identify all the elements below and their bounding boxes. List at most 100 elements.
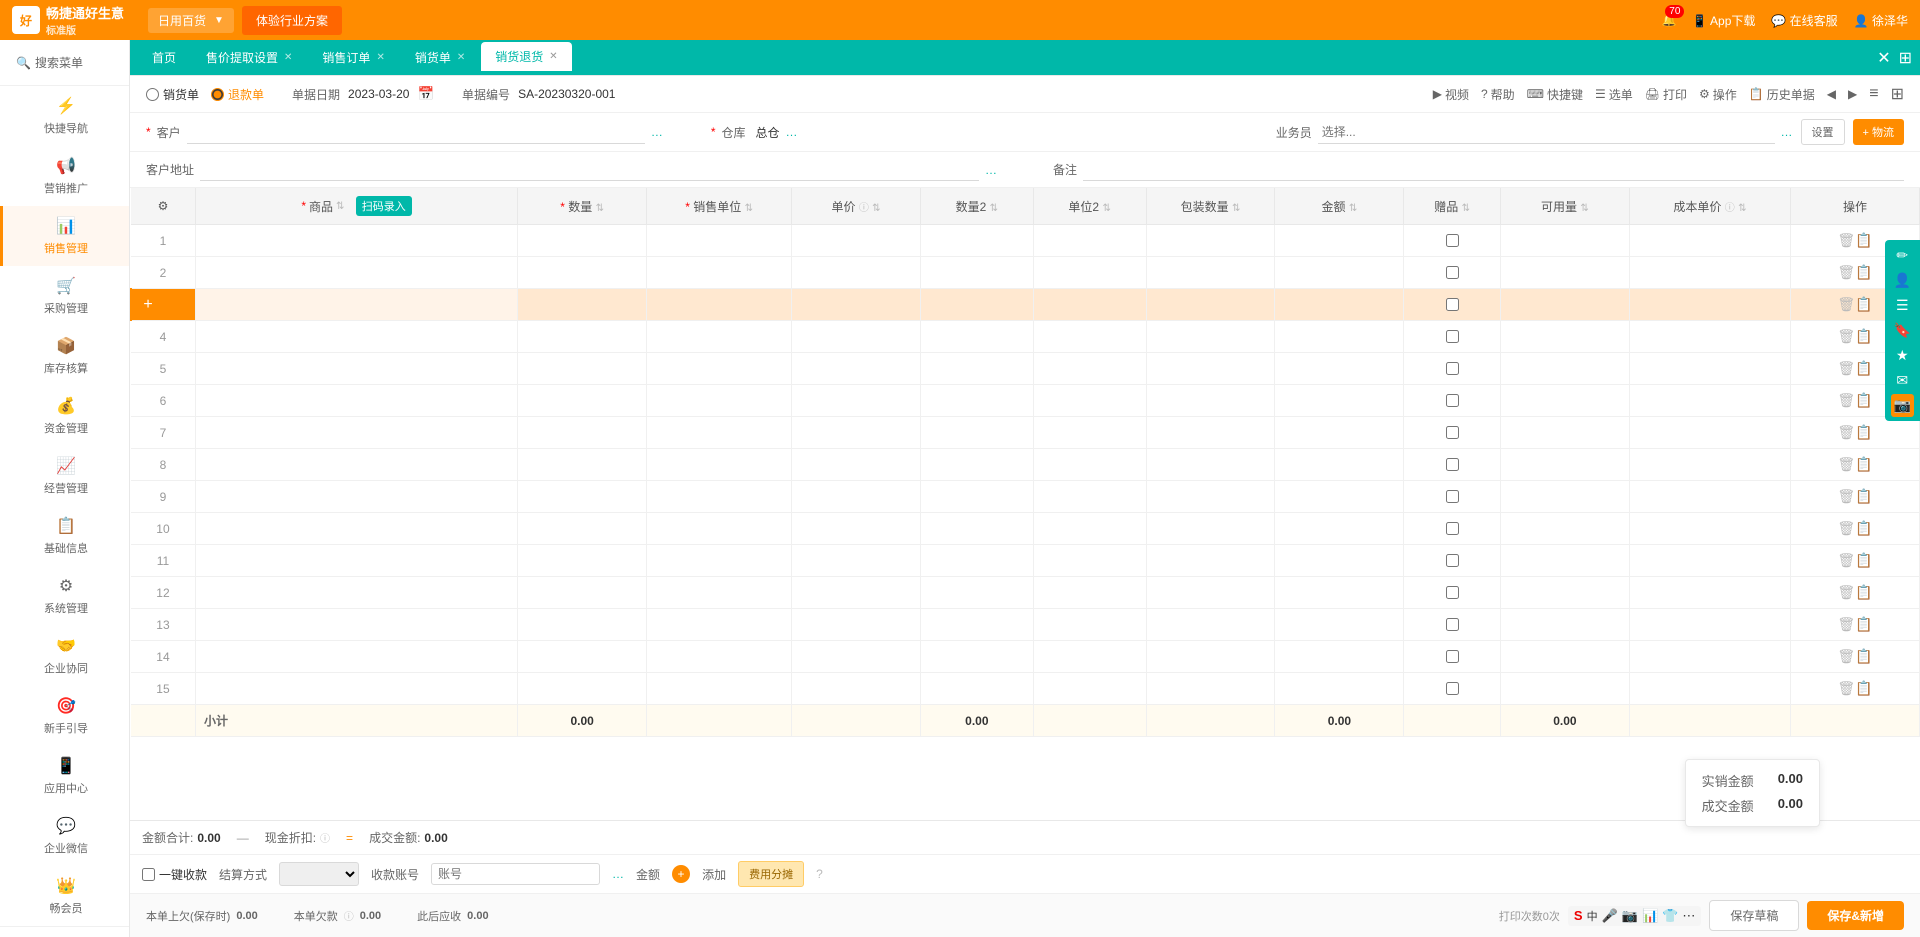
next-doc-btn[interactable]: ▶ bbox=[1848, 87, 1857, 101]
amount-cell[interactable] bbox=[1275, 545, 1404, 577]
cost-price-cell[interactable] bbox=[1629, 417, 1790, 449]
unit-cell[interactable] bbox=[647, 353, 792, 385]
float-user-btn[interactable]: 👤 bbox=[1891, 269, 1914, 292]
price-cell[interactable] bbox=[792, 609, 921, 641]
unit2-cell[interactable] bbox=[1033, 609, 1146, 641]
save-new-btn[interactable]: 保存&新增 bbox=[1807, 901, 1904, 930]
tab-home[interactable]: 首页 bbox=[138, 43, 190, 72]
cost-price-cell[interactable] bbox=[1629, 353, 1790, 385]
cost-price-cell[interactable] bbox=[1629, 321, 1790, 353]
qty2-cell[interactable] bbox=[920, 641, 1033, 673]
float-star-btn[interactable]: ★ bbox=[1891, 344, 1914, 367]
address-input[interactable] bbox=[200, 158, 979, 181]
gift-checkbox[interactable] bbox=[1446, 458, 1459, 471]
online-service-btn[interactable]: 💬 在线客服 bbox=[1771, 12, 1837, 29]
cost-price-cell[interactable] bbox=[1629, 449, 1790, 481]
qty2-cell[interactable] bbox=[920, 257, 1033, 289]
gift-checkbox[interactable] bbox=[1446, 618, 1459, 631]
amount-cell[interactable] bbox=[1275, 673, 1404, 705]
gift-checkbox[interactable] bbox=[1446, 554, 1459, 567]
unit2-cell[interactable] bbox=[1033, 449, 1146, 481]
pack-qty-cell[interactable] bbox=[1146, 641, 1275, 673]
gift-checkbox[interactable] bbox=[1446, 490, 1459, 503]
gift-checkbox[interactable] bbox=[1446, 394, 1459, 407]
app-download-btn[interactable]: 📱 App下载 bbox=[1692, 12, 1755, 29]
unit-cell[interactable] bbox=[647, 673, 792, 705]
pack-qty-cell[interactable] bbox=[1146, 545, 1275, 577]
available-cell[interactable] bbox=[1500, 673, 1629, 705]
cost-price-cell[interactable] bbox=[1629, 641, 1790, 673]
pack-qty-cell[interactable] bbox=[1146, 417, 1275, 449]
available-cell[interactable] bbox=[1500, 481, 1629, 513]
qty2-sort-icon[interactable]: ⇅ bbox=[990, 203, 998, 214]
float-camera-btn[interactable]: 📷 bbox=[1891, 394, 1914, 417]
pack-sort-icon[interactable]: ⇅ bbox=[1232, 203, 1240, 214]
prev-doc-btn[interactable]: ◀ bbox=[1827, 87, 1836, 101]
delete-row-btn[interactable]: 🗑 bbox=[1837, 328, 1855, 345]
sidebar-item-enterprise[interactable]: 🤝 企业协同 bbox=[0, 626, 129, 686]
col-settings[interactable]: ⚙ bbox=[131, 188, 195, 225]
tab-sales-return[interactable]: 销货退货 ✕ bbox=[481, 42, 571, 73]
product-cell[interactable] bbox=[195, 641, 517, 673]
qty-cell-active[interactable] bbox=[518, 289, 647, 321]
available-cell[interactable] bbox=[1500, 225, 1629, 257]
amount-cell[interactable] bbox=[1275, 353, 1404, 385]
qty-cell[interactable] bbox=[518, 257, 647, 289]
copy-row-btn[interactable]: 📋 bbox=[1855, 424, 1872, 441]
product-cell[interactable] bbox=[195, 449, 517, 481]
amount-cell[interactable] bbox=[1275, 449, 1404, 481]
copy-row-btn[interactable]: 📋 bbox=[1855, 488, 1872, 505]
available-cell[interactable] bbox=[1500, 257, 1629, 289]
unit-cell[interactable] bbox=[647, 481, 792, 513]
product-cell[interactable] bbox=[195, 353, 517, 385]
cost-price-cell[interactable] bbox=[1629, 609, 1790, 641]
product-cell-active[interactable] bbox=[195, 289, 517, 321]
gift-checkbox[interactable] bbox=[1446, 522, 1459, 535]
unit-cell[interactable] bbox=[647, 321, 792, 353]
cost-price-cell[interactable] bbox=[1629, 257, 1790, 289]
tab-price-setting[interactable]: 售价提取设置 ✕ bbox=[192, 43, 306, 72]
cost-price-cell[interactable] bbox=[1629, 225, 1790, 257]
unit-cell[interactable] bbox=[647, 417, 792, 449]
qty-cell[interactable] bbox=[518, 673, 647, 705]
pack-qty-cell[interactable] bbox=[1146, 257, 1275, 289]
qty-cell[interactable] bbox=[518, 449, 647, 481]
tab-sales-order-close[interactable]: ✕ bbox=[376, 52, 384, 63]
delete-row-btn[interactable]: 🗑 bbox=[1837, 680, 1855, 697]
unit2-sort-icon[interactable]: ⇅ bbox=[1102, 203, 1110, 214]
unit2-cell[interactable] bbox=[1033, 641, 1146, 673]
qty-cell[interactable] bbox=[518, 577, 647, 609]
add-payment-btn[interactable]: + bbox=[672, 865, 690, 883]
product-cell[interactable] bbox=[195, 417, 517, 449]
qty-cell[interactable] bbox=[518, 321, 647, 353]
unit2-cell[interactable] bbox=[1033, 353, 1146, 385]
delete-row-btn[interactable]: 🗑 bbox=[1837, 264, 1855, 281]
price-cell[interactable] bbox=[792, 353, 921, 385]
gift-checkbox[interactable] bbox=[1446, 426, 1459, 439]
dots-btn[interactable]: … bbox=[612, 867, 624, 881]
price-cell[interactable] bbox=[792, 449, 921, 481]
experience-btn[interactable]: 体验行业方案 bbox=[242, 6, 342, 35]
amount-sort-icon[interactable]: ⇅ bbox=[1349, 203, 1357, 214]
radio-sales-delivery-input[interactable] bbox=[146, 88, 159, 101]
radio-sales-return-input[interactable] bbox=[211, 88, 224, 101]
product-cell[interactable] bbox=[195, 577, 517, 609]
qty-cell[interactable] bbox=[518, 641, 647, 673]
product-sort-icon[interactable]: ⇅ bbox=[336, 201, 344, 212]
available-sort-icon[interactable]: ⇅ bbox=[1580, 203, 1588, 214]
unit-cell[interactable] bbox=[647, 225, 792, 257]
pack-qty-cell[interactable] bbox=[1146, 481, 1275, 513]
price-cell-active[interactable] bbox=[792, 289, 921, 321]
gift-checkbox[interactable] bbox=[1446, 266, 1459, 279]
delete-row-btn[interactable]: 🗑 bbox=[1837, 232, 1855, 249]
sidebar-item-finance[interactable]: 💰 资金管理 bbox=[0, 386, 129, 446]
float-bookmark-btn[interactable]: 🔖 bbox=[1891, 319, 1914, 342]
video-btn[interactable]: ▶ 视频 bbox=[1433, 86, 1469, 103]
available-cell[interactable] bbox=[1500, 353, 1629, 385]
delete-row-btn[interactable]: 🗑 bbox=[1837, 392, 1855, 409]
qty2-cell[interactable] bbox=[920, 449, 1033, 481]
radio-sales-delivery[interactable]: 销货单 bbox=[146, 86, 199, 103]
price-cell[interactable] bbox=[792, 577, 921, 609]
cost-price-cell-active[interactable] bbox=[1629, 289, 1790, 321]
available-cell[interactable] bbox=[1500, 545, 1629, 577]
